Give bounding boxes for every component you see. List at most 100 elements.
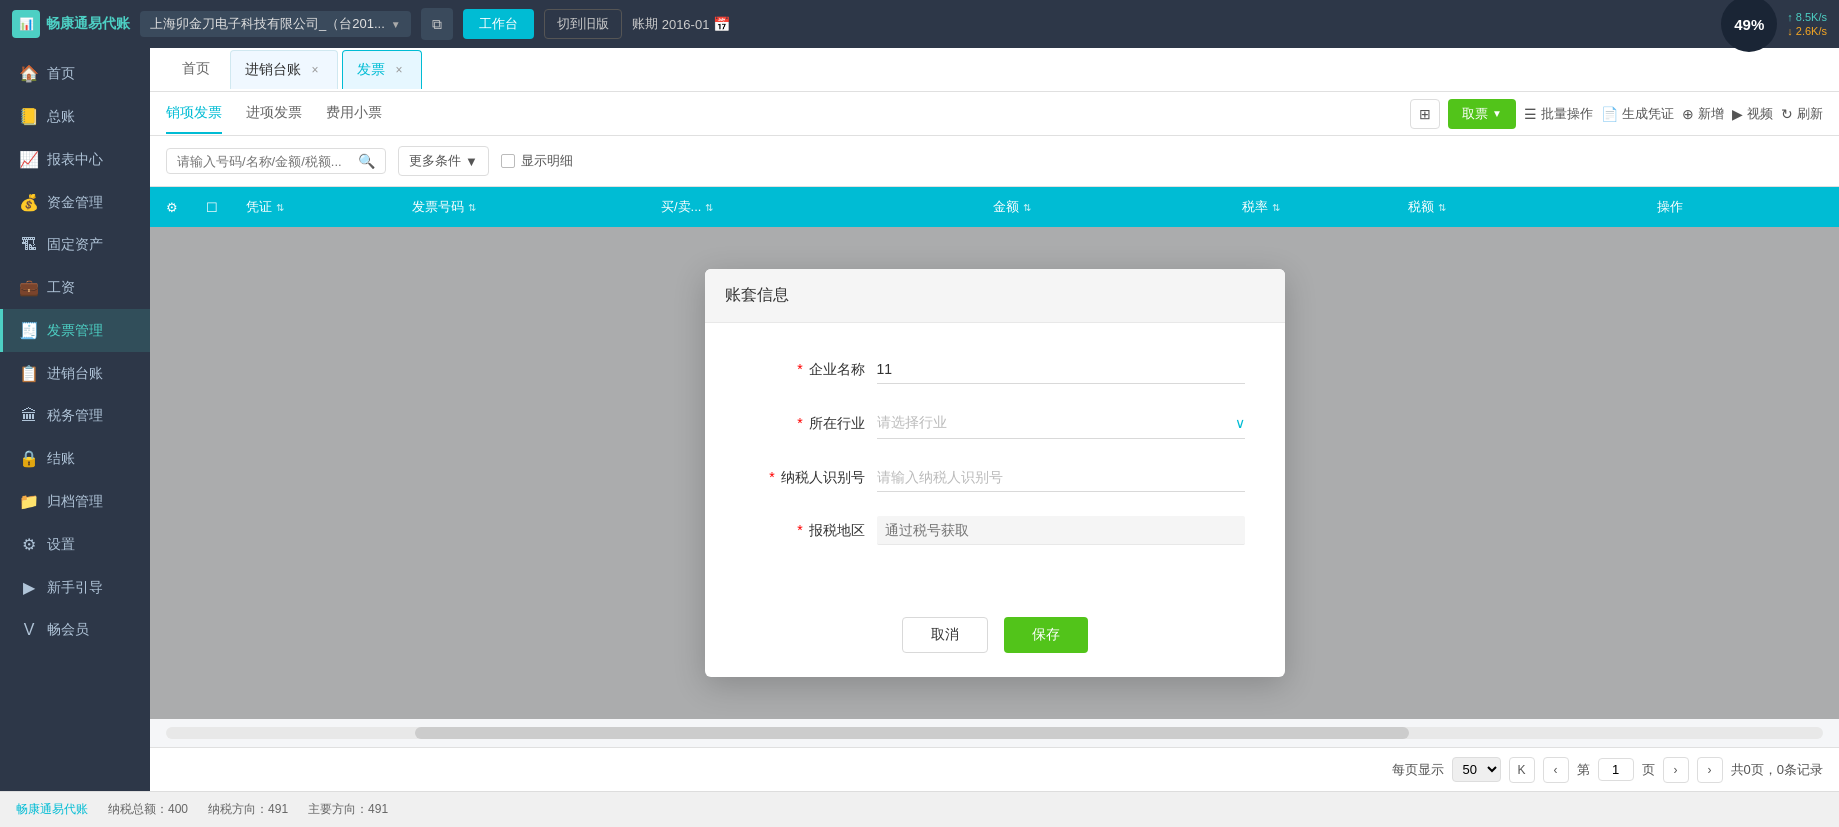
th-checkbox: ☐ — [206, 200, 246, 215]
required-mark: * — [797, 361, 802, 377]
sidebar-item-capital[interactable]: 💰 资金管理 — [0, 181, 150, 224]
taxregion-label: * 报税地区 — [745, 522, 865, 540]
th-tax-amount[interactable]: 税额 ⇅ — [1408, 198, 1657, 216]
sidebar-item-home[interactable]: 🏠 首页 — [0, 52, 150, 95]
sidebar-item-archive[interactable]: 📁 归档管理 — [0, 480, 150, 523]
search-wrap: 🔍 — [166, 148, 386, 174]
workbench-button[interactable]: 工作台 — [463, 9, 534, 39]
tax-id-input[interactable] — [877, 463, 1245, 492]
sidebar-label-tax: 税务管理 — [47, 407, 103, 425]
sidebar-item-tax[interactable]: 🏛 税务管理 — [0, 395, 150, 437]
tab-purchase[interactable]: 进销台账 × — [230, 50, 338, 89]
search-input[interactable] — [177, 154, 352, 169]
show-detail-checkbox[interactable] — [501, 154, 515, 168]
sidebar-label-assets: 固定资产 — [47, 236, 103, 254]
cancel-button[interactable]: 取消 — [902, 617, 988, 653]
th-invoice-no[interactable]: 发票号码 ⇅ — [412, 198, 661, 216]
invoice-sub-header: 销项发票 进项发票 费用小票 ⊞ 取票 ▼ ☰ 批量操作 — [150, 92, 1839, 136]
sub-tab-sales[interactable]: 销项发票 — [166, 94, 222, 134]
grid-view-button[interactable]: ⊞ — [1410, 99, 1440, 129]
sidebar-item-member[interactable]: V 畅会员 — [0, 609, 150, 651]
prev-page-button[interactable]: ‹ — [1543, 757, 1569, 783]
sidebar-label-close: 结账 — [47, 450, 75, 468]
sidebar-item-assets[interactable]: 🏗 固定资产 — [0, 224, 150, 266]
app-name: 畅康通易代账 — [46, 15, 130, 33]
sort-amount-icon: ⇅ — [1023, 202, 1031, 213]
sidebar-item-ledger[interactable]: 📒 总账 — [0, 95, 150, 138]
more-filter-button[interactable]: 更多条件 ▼ — [398, 146, 489, 176]
copy-button[interactable]: ⧉ — [421, 8, 453, 40]
th-buyer-seller[interactable]: 买/卖... ⇅ — [661, 198, 993, 216]
sidebar-label-guide: 新手引导 — [47, 579, 103, 597]
sidebar-label-archive: 归档管理 — [47, 493, 103, 511]
old-version-button[interactable]: 切到旧版 — [544, 9, 622, 39]
close-tab-purchase-icon[interactable]: × — [307, 62, 323, 78]
company-selector[interactable]: 上海卯金刀电子科技有限公司_（台201... ▼ — [140, 11, 411, 37]
form-row-industry: * 所在行业 请选择行业 ∨ — [745, 408, 1245, 439]
sidebar-label-salary: 工资 — [47, 279, 75, 297]
video-icon: ▶ — [1732, 106, 1743, 122]
toolbar: ⊞ 取票 ▼ ☰ 批量操作 📄 生成凭证 ⊕ 新增 — [1410, 99, 1823, 129]
sidebar-label-capital: 资金管理 — [47, 194, 103, 212]
footer-text2: 纳税方向：491 — [208, 801, 288, 818]
first-page-icon: K — [1518, 763, 1526, 777]
industry-select[interactable]: 请选择行业 ∨ — [877, 408, 1245, 439]
industry-placeholder: 请选择行业 — [877, 414, 1235, 432]
settings-icon: ⚙ — [19, 535, 39, 554]
footer-link[interactable]: 畅康通易代账 — [16, 801, 88, 818]
show-detail-wrap: 显示明细 — [501, 152, 573, 170]
speed-percent: 49% — [1734, 16, 1764, 33]
next-page-button[interactable]: › — [1663, 757, 1689, 783]
sidebar-item-guide[interactable]: ▶ 新手引导 — [0, 566, 150, 609]
company-name-input[interactable] — [877, 355, 1245, 384]
refresh-icon: ↻ — [1781, 106, 1793, 122]
horizontal-scrollbar[interactable] — [166, 727, 1823, 739]
page-input[interactable] — [1598, 758, 1634, 781]
company-name-label: * 企业名称 — [745, 361, 865, 379]
sidebar-item-purchase[interactable]: 📋 进销台账 — [0, 352, 150, 395]
close-tab-invoice-icon[interactable]: × — [391, 62, 407, 78]
th-amount[interactable]: 金额 ⇅ — [993, 198, 1242, 216]
th-voucher[interactable]: 凭证 ⇅ — [246, 198, 412, 216]
new-button[interactable]: ⊕ 新增 — [1682, 105, 1724, 123]
sort-rate-icon: ⇅ — [1272, 202, 1280, 213]
modal-header: 账套信息 — [705, 269, 1285, 323]
batch-icon: ☰ — [1524, 106, 1537, 122]
save-button[interactable]: 保存 — [1004, 617, 1088, 653]
footer-text3: 主要方向：491 — [308, 801, 388, 818]
sub-tab-expense[interactable]: 费用小票 — [326, 94, 382, 134]
salary-icon: 💼 — [19, 278, 39, 297]
per-page-select[interactable]: 50 — [1452, 757, 1501, 782]
sidebar-item-report[interactable]: 📈 报表中心 — [0, 138, 150, 181]
tab-bar: 首页 进销台账 × 发票 × — [150, 48, 1839, 92]
last-page-button[interactable]: › — [1697, 757, 1723, 783]
sidebar-item-invoice[interactable]: 🧾 发票管理 — [0, 309, 150, 352]
top-bar: 📊 畅康通易代账 上海卯金刀电子科技有限公司_（台201... ▼ ⧉ 工作台 … — [0, 0, 1839, 48]
batch-op-button[interactable]: ☰ 批量操作 — [1524, 105, 1593, 123]
tab-home[interactable]: 首页 — [166, 50, 226, 90]
take-invoice-button[interactable]: 取票 ▼ — [1448, 99, 1516, 129]
sidebar-item-close[interactable]: 🔒 结账 — [0, 437, 150, 480]
refresh-button[interactable]: ↻ 刷新 — [1781, 105, 1823, 123]
tab-invoice[interactable]: 发票 × — [342, 50, 422, 89]
sub-tab-purchase[interactable]: 进项发票 — [246, 94, 302, 134]
app-logo: 📊 畅康通易代账 — [12, 10, 130, 38]
sidebar-label-settings: 设置 — [47, 536, 75, 554]
sidebar-item-settings[interactable]: ⚙ 设置 — [0, 523, 150, 566]
archive-icon: 📁 — [19, 492, 39, 511]
sidebar-label-member: 畅会员 — [47, 621, 89, 639]
required-mark4: * — [797, 522, 802, 538]
gen-voucher-button[interactable]: 📄 生成凭证 — [1601, 105, 1674, 123]
show-detail-label: 显示明细 — [521, 152, 573, 170]
speed-indicator: 49% — [1721, 0, 1777, 52]
sidebar-item-salary[interactable]: 💼 工资 — [0, 266, 150, 309]
form-row-taxregion: * 报税地区 — [745, 516, 1245, 545]
video-button[interactable]: ▶ 视频 — [1732, 105, 1773, 123]
member-icon: V — [19, 621, 39, 639]
report-icon: 📈 — [19, 150, 39, 169]
table-header: ⚙ ☐ 凭证 ⇅ 发票号码 ⇅ 买/卖... ⇅ 金额 — [150, 187, 1839, 227]
calendar-icon[interactable]: 📅 — [713, 16, 730, 32]
first-page-button[interactable]: K — [1509, 757, 1535, 783]
sort-voucher-icon: ⇅ — [276, 202, 284, 213]
th-tax-rate[interactable]: 税率 ⇅ — [1242, 198, 1408, 216]
